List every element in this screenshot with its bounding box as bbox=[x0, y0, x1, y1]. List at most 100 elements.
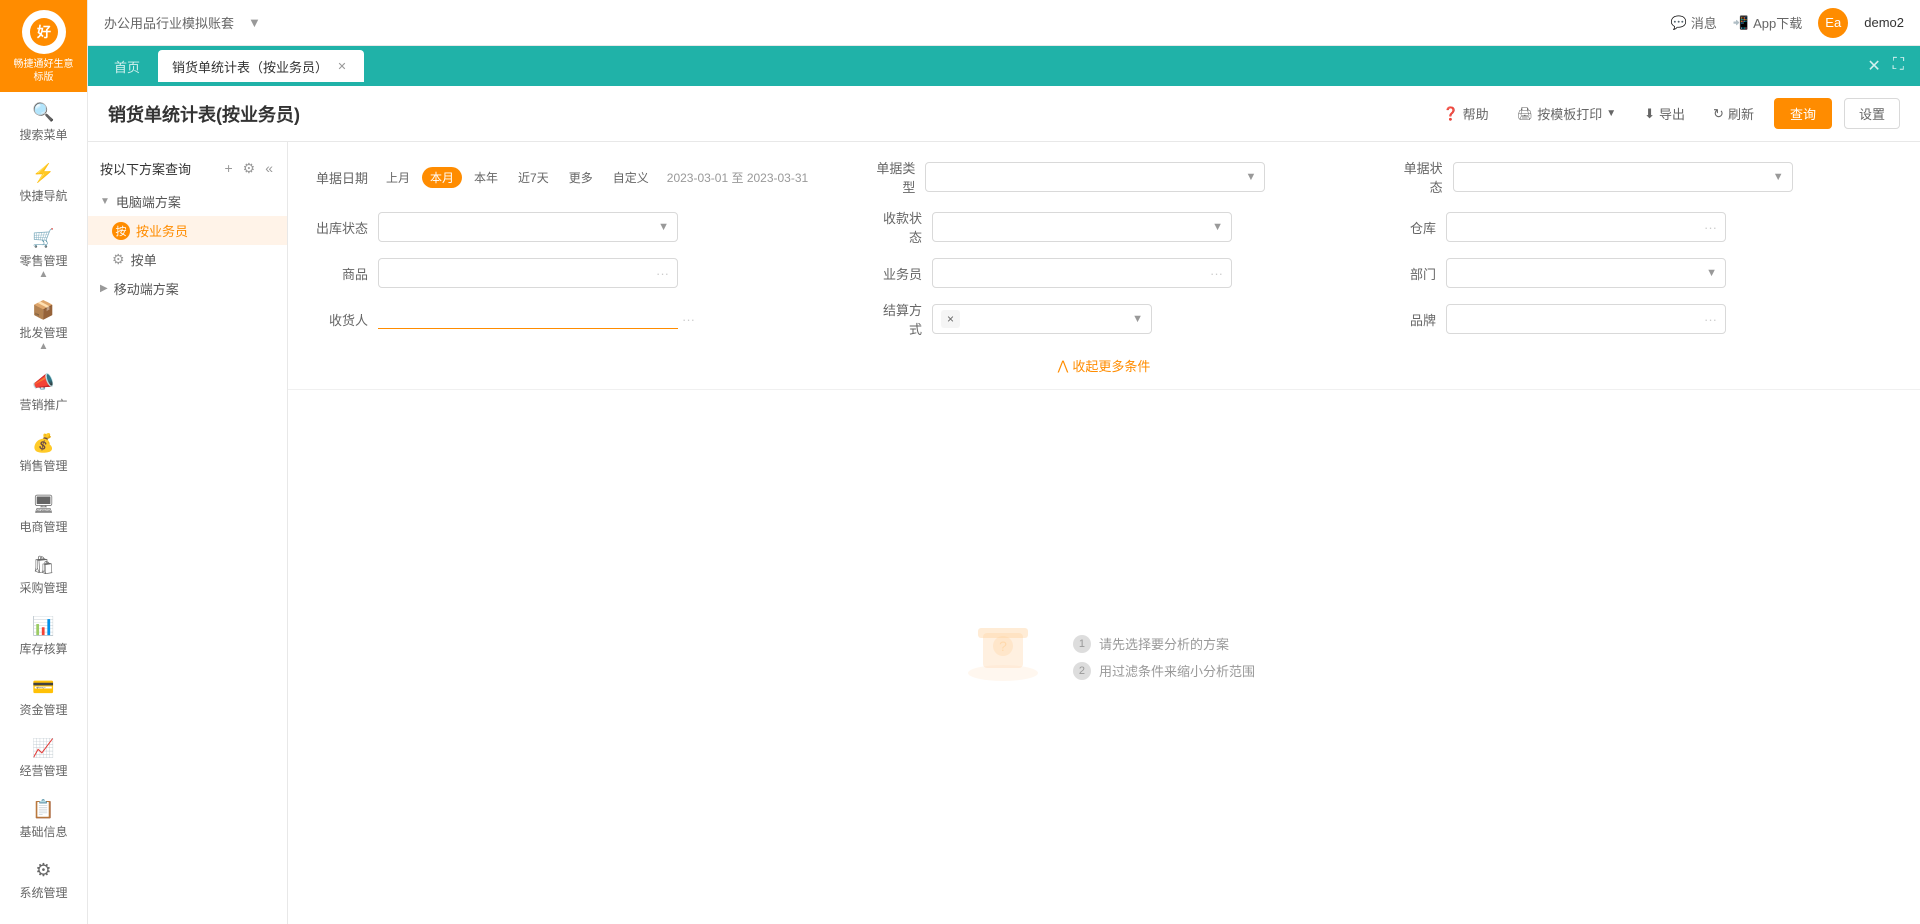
finance-icon: 💳 bbox=[32, 677, 54, 698]
empty-hint-1: 1 请先选择要分析的方案 bbox=[1073, 634, 1255, 653]
date-btn-this-month[interactable]: 本月 bbox=[422, 167, 462, 188]
page: 销货单统计表(按业务员) ❓ 帮助 🖨 按模板打印 ▼ ⬇ 导出 ↻ 刷新 bbox=[88, 86, 1920, 924]
sidebar-item-purchase[interactable]: 🛍 采购管理 bbox=[0, 545, 87, 606]
download-icon: 📲 bbox=[1733, 15, 1749, 31]
tree-item-label: 按业务员 bbox=[136, 221, 188, 240]
empty-illustration: ? bbox=[953, 598, 1053, 717]
topbar-dropdown-icon[interactable]: ▼ bbox=[248, 15, 261, 30]
staff-label: 业务员 bbox=[872, 264, 932, 283]
settings-scheme-btn[interactable]: ⚙ bbox=[241, 158, 258, 179]
tree-item-label: 移动端方案 bbox=[114, 279, 179, 298]
tab-sales-stat[interactable]: 销货单统计表（按业务员） ✕ bbox=[158, 50, 364, 82]
sidebar-item-wholesale[interactable]: 📦 批发管理 ▲ bbox=[0, 290, 87, 362]
order-type-control: ▼ bbox=[925, 162, 1372, 192]
stock-caret-icon: ▼ bbox=[658, 221, 669, 233]
add-scheme-btn[interactable]: + bbox=[222, 158, 234, 179]
settlement-select[interactable]: × ▼ bbox=[932, 304, 1152, 334]
date-btn-more[interactable]: 更多 bbox=[561, 167, 601, 188]
tree-item-mobile[interactable]: ▶ 移动端方案 bbox=[88, 274, 287, 303]
page-header: 销货单统计表(按业务员) ❓ 帮助 🖨 按模板打印 ▼ ⬇ 导出 ↻ 刷新 bbox=[88, 86, 1920, 142]
settings-button[interactable]: 设置 bbox=[1844, 98, 1900, 129]
tab-close-all-btn[interactable]: ✕ bbox=[1863, 52, 1884, 80]
tree-item-label: 电脑端方案 bbox=[116, 192, 181, 211]
message-icon: 💬 bbox=[1671, 15, 1687, 31]
main-area: 办公用品行业模拟账套 ▼ 💬 消息 📲 App下载 Ea demo2 首页 销货… bbox=[88, 0, 1920, 924]
export-label: 导出 bbox=[1659, 104, 1685, 123]
ops-icon: 📈 bbox=[32, 738, 54, 759]
staff-select[interactable]: ··· bbox=[932, 258, 1232, 288]
date-btn-last-7[interactable]: 近7天 bbox=[510, 167, 557, 188]
tree-item-desktop[interactable]: ▼ 电脑端方案 bbox=[88, 187, 287, 216]
chevron-up-icon: ▲ bbox=[39, 341, 49, 352]
topbar-title[interactable]: 办公用品行业模拟账套 bbox=[104, 13, 234, 32]
date-btn-this-year[interactable]: 本年 bbox=[466, 167, 506, 188]
tree-item-by-order[interactable]: ⚙ 按单 bbox=[88, 245, 287, 274]
sidebar-item-quick-nav[interactable]: ⚡ 快捷导航 bbox=[0, 153, 87, 214]
topbar-right: 💬 消息 📲 App下载 Ea demo2 bbox=[1671, 8, 1904, 38]
collapse-panel-btn[interactable]: « bbox=[263, 158, 275, 179]
date-btn-custom[interactable]: 自定义 bbox=[605, 167, 657, 188]
order-status-select[interactable]: ▼ bbox=[1453, 162, 1793, 192]
tabbar: 首页 销货单统计表（按业务员） ✕ ✕ ⛶ bbox=[88, 46, 1920, 86]
warehouse-control: ··· bbox=[1446, 212, 1900, 242]
date-shortcuts: 上月 本月 本年 近7天 更多 自定义 2023-03-01 至 2023-03… bbox=[378, 167, 808, 188]
help-btn[interactable]: ❓ 帮助 bbox=[1434, 100, 1496, 127]
brand-select[interactable]: ··· bbox=[1446, 304, 1726, 334]
tab-home[interactable]: 首页 bbox=[100, 50, 154, 82]
sidebar-item-search[interactable]: 🔍 搜索菜单 bbox=[0, 92, 87, 153]
sidebar-item-sales[interactable]: 💰 销售管理 bbox=[0, 423, 87, 484]
export-btn[interactable]: ⬇ 导出 bbox=[1636, 100, 1693, 127]
refresh-btn[interactable]: ↻ 刷新 bbox=[1705, 100, 1762, 127]
tree-toggle-icon: ▼ bbox=[100, 196, 110, 207]
tree-item-label: 按单 bbox=[131, 250, 157, 269]
dept-select[interactable]: ▼ bbox=[1446, 258, 1726, 288]
tab-close-btn[interactable]: ✕ bbox=[334, 58, 350, 74]
goods-select[interactable]: ··· bbox=[378, 258, 678, 288]
user-avatar: Ea bbox=[1818, 8, 1848, 38]
tab-expand-btn[interactable]: ⛶ bbox=[1889, 52, 1908, 80]
warehouse-select[interactable]: ··· bbox=[1446, 212, 1726, 242]
sidebar-item-ops[interactable]: 📈 经营管理 bbox=[0, 728, 87, 789]
payment-status-select[interactable]: ▼ bbox=[932, 212, 1232, 242]
sidebar-item-collab[interactable]: 🤝 企业协同 bbox=[0, 911, 87, 924]
active-dot-icon: 按 bbox=[112, 222, 130, 240]
sidebar-item-marketing[interactable]: 📣 营销推广 bbox=[0, 362, 87, 423]
date-btn-last-month[interactable]: 上月 bbox=[378, 167, 418, 188]
consignee-input[interactable] bbox=[378, 309, 678, 329]
help-label: 帮助 bbox=[1463, 104, 1489, 123]
sidebar-item-label: 基础信息 bbox=[19, 823, 67, 840]
system-icon: ⚙ bbox=[35, 860, 51, 881]
svg-text:?: ? bbox=[999, 638, 1007, 654]
sidebar-item-label: 批发管理 bbox=[19, 324, 67, 341]
content: 按以下方案查询 + ⚙ « ▼ 电脑端方案 按 按业务员 bbox=[88, 142, 1920, 924]
sidebar-item-label: 电商管理 bbox=[19, 518, 67, 535]
message-btn[interactable]: 💬 消息 bbox=[1671, 13, 1717, 32]
order-status-label: 单据状态 bbox=[1393, 158, 1453, 196]
app-download-btn[interactable]: 📲 App下载 bbox=[1733, 13, 1802, 32]
query-button[interactable]: 查询 bbox=[1774, 98, 1832, 129]
sidebar-item-retail[interactable]: 🛒 零售管理 ▲ bbox=[0, 218, 87, 290]
warehouse-label: 仓库 bbox=[1406, 218, 1446, 237]
sidebar-item-ecom[interactable]: 🖥 电商管理 bbox=[0, 484, 87, 545]
order-type-select[interactable]: ▼ bbox=[925, 162, 1265, 192]
filter-row-4: 收货人 ··· 结算方式 × ▼ bbox=[308, 300, 1900, 338]
warehouse-dots-icon: ··· bbox=[1704, 220, 1717, 235]
template-print-btn[interactable]: 🖨 按模板打印 ▼ bbox=[1509, 100, 1624, 127]
goods-control: ··· bbox=[378, 258, 832, 288]
username[interactable]: demo2 bbox=[1864, 15, 1904, 30]
consignee-control: ··· bbox=[378, 309, 832, 329]
sidebar-item-base[interactable]: 📋 基础信息 bbox=[0, 789, 87, 850]
collapse-label: 收起更多条件 bbox=[1072, 356, 1150, 375]
stock-status-select[interactable]: ▼ bbox=[378, 212, 678, 242]
tree-item-by-staff[interactable]: 按 按业务员 bbox=[88, 216, 287, 245]
refresh-icon: ↻ bbox=[1713, 106, 1724, 122]
sidebar-item-inventory[interactable]: 📊 库存核算 bbox=[0, 606, 87, 667]
order-status-caret-icon: ▼ bbox=[1773, 171, 1784, 183]
sidebar-item-finance[interactable]: 💳 资金管理 bbox=[0, 667, 87, 728]
sidebar-item-label: 搜索菜单 bbox=[19, 126, 67, 143]
page-title: 销货单统计表(按业务员) bbox=[108, 101, 300, 127]
collapse-filter-btn[interactable]: ⋀ 收起更多条件 bbox=[308, 350, 1900, 381]
settlement-tag-close[interactable]: × bbox=[947, 312, 954, 326]
filter-row-2: 出库状态 ▼ 收款状态 ▼ bbox=[308, 208, 1900, 246]
sidebar-item-system[interactable]: ⚙ 系统管理 bbox=[0, 850, 87, 911]
